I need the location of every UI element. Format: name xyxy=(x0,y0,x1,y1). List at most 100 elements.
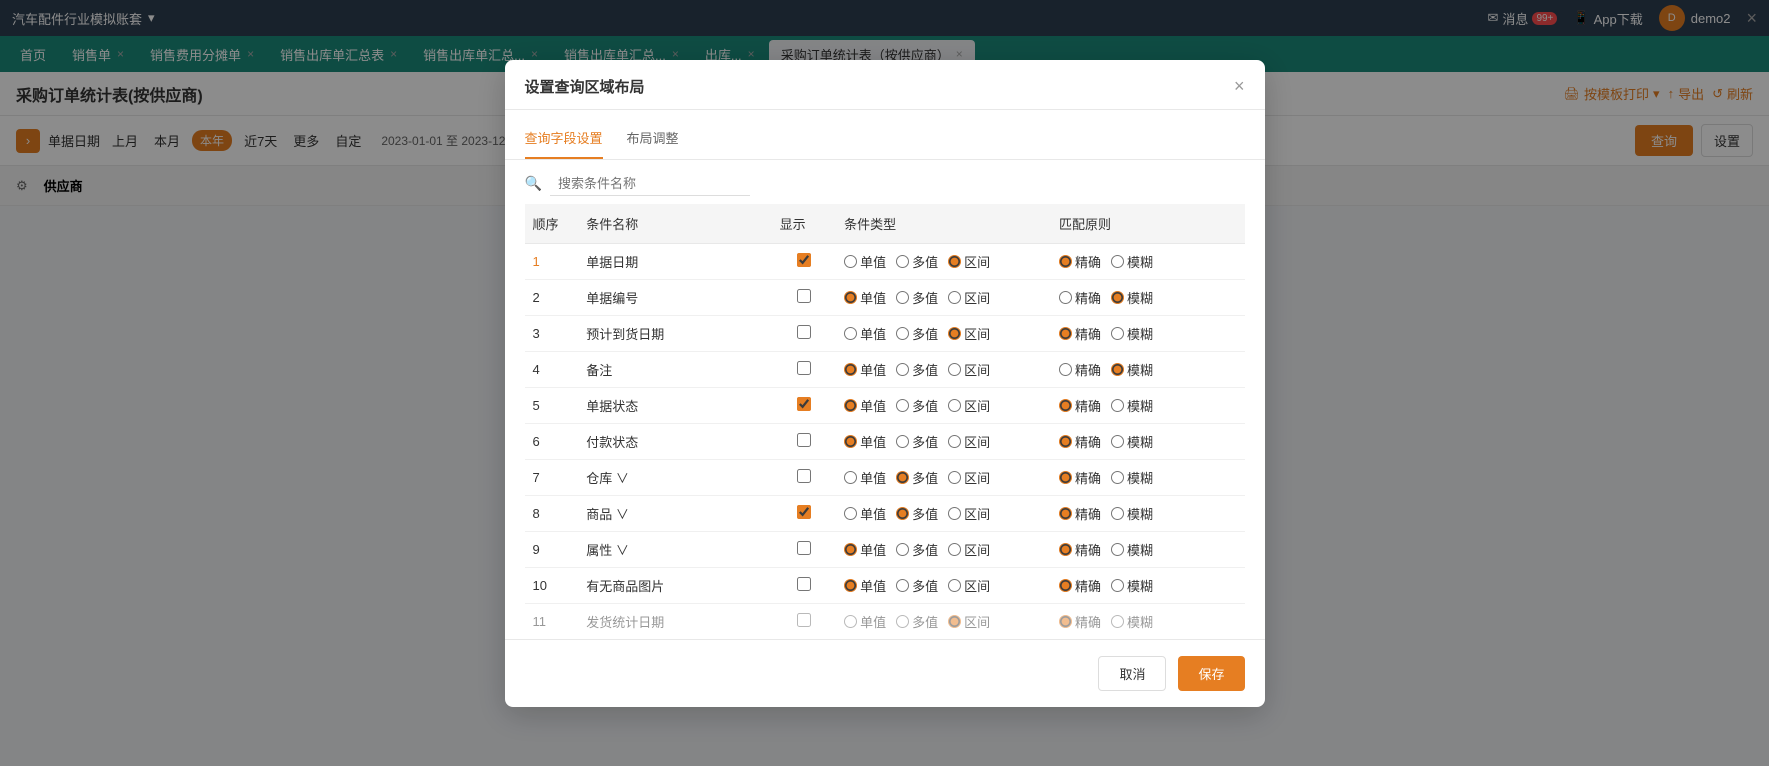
type-range-radio[interactable]: 区间 xyxy=(948,360,990,379)
match-fuzzy-radio[interactable]: 模糊 xyxy=(1111,540,1153,559)
type-multi-radio[interactable]: 多值 xyxy=(896,324,938,343)
display-checkbox[interactable] xyxy=(797,397,811,411)
table-row-type: 单值多值区间 xyxy=(836,459,1051,495)
type-single-radio[interactable]: 单值 xyxy=(844,396,886,415)
type-multi-radio[interactable]: 多值 xyxy=(896,432,938,451)
type-range-radio[interactable]: 区间 xyxy=(948,324,990,343)
type-range-radio[interactable]: 区间 xyxy=(948,252,990,271)
match-fuzzy-radio[interactable]: 模糊 xyxy=(1111,468,1153,487)
th-display: 显示 xyxy=(772,204,836,244)
type-multi-radio[interactable]: 多值 xyxy=(896,288,938,307)
type-single-radio[interactable]: 单值 xyxy=(844,252,886,271)
table-row-type: 单值多值区间 xyxy=(836,603,1051,639)
dtab-layout[interactable]: 布局调整 xyxy=(627,122,679,159)
table-row-name: 有无商品图片 xyxy=(578,567,771,603)
type-single-radio[interactable]: 单值 xyxy=(844,468,886,487)
table-row-match: 精确模糊 xyxy=(1051,279,1244,315)
display-checkbox[interactable] xyxy=(797,289,811,303)
display-checkbox[interactable] xyxy=(797,505,811,519)
table-row-display[interactable] xyxy=(772,351,836,387)
type-multi-radio[interactable]: 多值 xyxy=(896,468,938,487)
type-multi-radio[interactable]: 多值 xyxy=(896,540,938,559)
display-checkbox[interactable] xyxy=(797,541,811,555)
match-exact-radio[interactable]: 精确 xyxy=(1059,504,1101,523)
display-checkbox[interactable] xyxy=(797,361,811,375)
match-exact-radio[interactable]: 精确 xyxy=(1059,468,1101,487)
cancel-btn[interactable]: 取消 xyxy=(1098,656,1166,691)
table-row-display[interactable] xyxy=(772,387,836,423)
match-fuzzy-radio[interactable]: 模糊 xyxy=(1111,252,1153,271)
type-single-radio[interactable]: 单值 xyxy=(844,360,886,379)
type-range-radio[interactable]: 区间 xyxy=(948,504,990,523)
match-exact-radio[interactable]: 精确 xyxy=(1059,612,1101,631)
table-row-display[interactable] xyxy=(772,459,836,495)
match-exact-radio[interactable]: 精确 xyxy=(1059,360,1101,379)
type-multi-radio[interactable]: 多值 xyxy=(896,360,938,379)
type-range-radio[interactable]: 区间 xyxy=(948,468,990,487)
match-fuzzy-radio[interactable]: 模糊 xyxy=(1111,396,1153,415)
settings-dialog: 设置查询区域布局 × 查询字段设置 布局调整 🔍 顺序 条件名称 xyxy=(505,60,1265,707)
save-btn[interactable]: 保存 xyxy=(1178,656,1244,691)
match-fuzzy-radio[interactable]: 模糊 xyxy=(1111,504,1153,523)
table-row-display[interactable] xyxy=(772,603,836,639)
type-range-radio[interactable]: 区间 xyxy=(948,576,990,595)
table-row-order: 3 xyxy=(525,315,579,351)
type-single-radio[interactable]: 单值 xyxy=(844,612,886,631)
type-multi-radio[interactable]: 多值 xyxy=(896,504,938,523)
type-range-radio[interactable]: 区间 xyxy=(948,432,990,451)
match-exact-radio[interactable]: 精确 xyxy=(1059,576,1101,595)
table-row-display[interactable] xyxy=(772,279,836,315)
match-fuzzy-radio[interactable]: 模糊 xyxy=(1111,612,1153,631)
type-single-radio[interactable]: 单值 xyxy=(844,288,886,307)
match-exact-radio[interactable]: 精确 xyxy=(1059,252,1101,271)
table-row-display[interactable] xyxy=(772,243,836,279)
table-row-type: 单值多值区间 xyxy=(836,243,1051,279)
display-checkbox[interactable] xyxy=(797,433,811,447)
match-exact-radio[interactable]: 精确 xyxy=(1059,288,1101,307)
table-row-type: 单值多值区间 xyxy=(836,423,1051,459)
type-multi-radio[interactable]: 多值 xyxy=(896,576,938,595)
match-exact-radio[interactable]: 精确 xyxy=(1059,432,1101,451)
table-row-order: 9 xyxy=(525,531,579,567)
match-fuzzy-radio[interactable]: 模糊 xyxy=(1111,288,1153,307)
match-exact-radio[interactable]: 精确 xyxy=(1059,324,1101,343)
type-single-radio[interactable]: 单值 xyxy=(844,540,886,559)
dtab-query-fields[interactable]: 查询字段设置 xyxy=(525,122,603,159)
type-single-radio[interactable]: 单值 xyxy=(844,504,886,523)
type-range-radio[interactable]: 区间 xyxy=(948,288,990,307)
display-checkbox[interactable] xyxy=(797,253,811,267)
match-exact-radio[interactable]: 精确 xyxy=(1059,396,1101,415)
dialog-close-btn[interactable]: × xyxy=(1234,76,1245,97)
table-row-display[interactable] xyxy=(772,423,836,459)
match-fuzzy-radio[interactable]: 模糊 xyxy=(1111,576,1153,595)
table-row-display[interactable] xyxy=(772,315,836,351)
type-range-radio[interactable]: 区间 xyxy=(948,396,990,415)
table-row-display[interactable] xyxy=(772,531,836,567)
type-single-radio[interactable]: 单值 xyxy=(844,324,886,343)
type-multi-radio[interactable]: 多值 xyxy=(896,612,938,631)
table-row-match: 精确模糊 xyxy=(1051,603,1244,639)
th-order: 顺序 xyxy=(525,204,579,244)
type-single-radio[interactable]: 单值 xyxy=(844,576,886,595)
type-multi-radio[interactable]: 多值 xyxy=(896,396,938,415)
type-range-radio[interactable]: 区间 xyxy=(948,540,990,559)
type-single-radio[interactable]: 单值 xyxy=(844,432,886,451)
match-fuzzy-radio[interactable]: 模糊 xyxy=(1111,324,1153,343)
display-checkbox[interactable] xyxy=(797,469,811,483)
table-row-match: 精确模糊 xyxy=(1051,423,1244,459)
match-exact-radio[interactable]: 精确 xyxy=(1059,540,1101,559)
display-checkbox[interactable] xyxy=(797,613,811,627)
type-multi-radio[interactable]: 多值 xyxy=(896,252,938,271)
dialog-search-input[interactable] xyxy=(550,172,750,196)
type-range-radio[interactable]: 区间 xyxy=(948,612,990,631)
table-row-match: 精确模糊 xyxy=(1051,495,1244,531)
table-row-type: 单值多值区间 xyxy=(836,567,1051,603)
display-checkbox[interactable] xyxy=(797,577,811,591)
dialog-table-wrap: 顺序 条件名称 显示 条件类型 匹配原则 1单据日期单值多值区间精确模糊2单据编… xyxy=(505,204,1265,639)
table-row-display[interactable] xyxy=(772,567,836,603)
display-checkbox[interactable] xyxy=(797,325,811,339)
match-fuzzy-radio[interactable]: 模糊 xyxy=(1111,360,1153,379)
table-row-display[interactable] xyxy=(772,495,836,531)
table-row-match: 精确模糊 xyxy=(1051,531,1244,567)
match-fuzzy-radio[interactable]: 模糊 xyxy=(1111,432,1153,451)
